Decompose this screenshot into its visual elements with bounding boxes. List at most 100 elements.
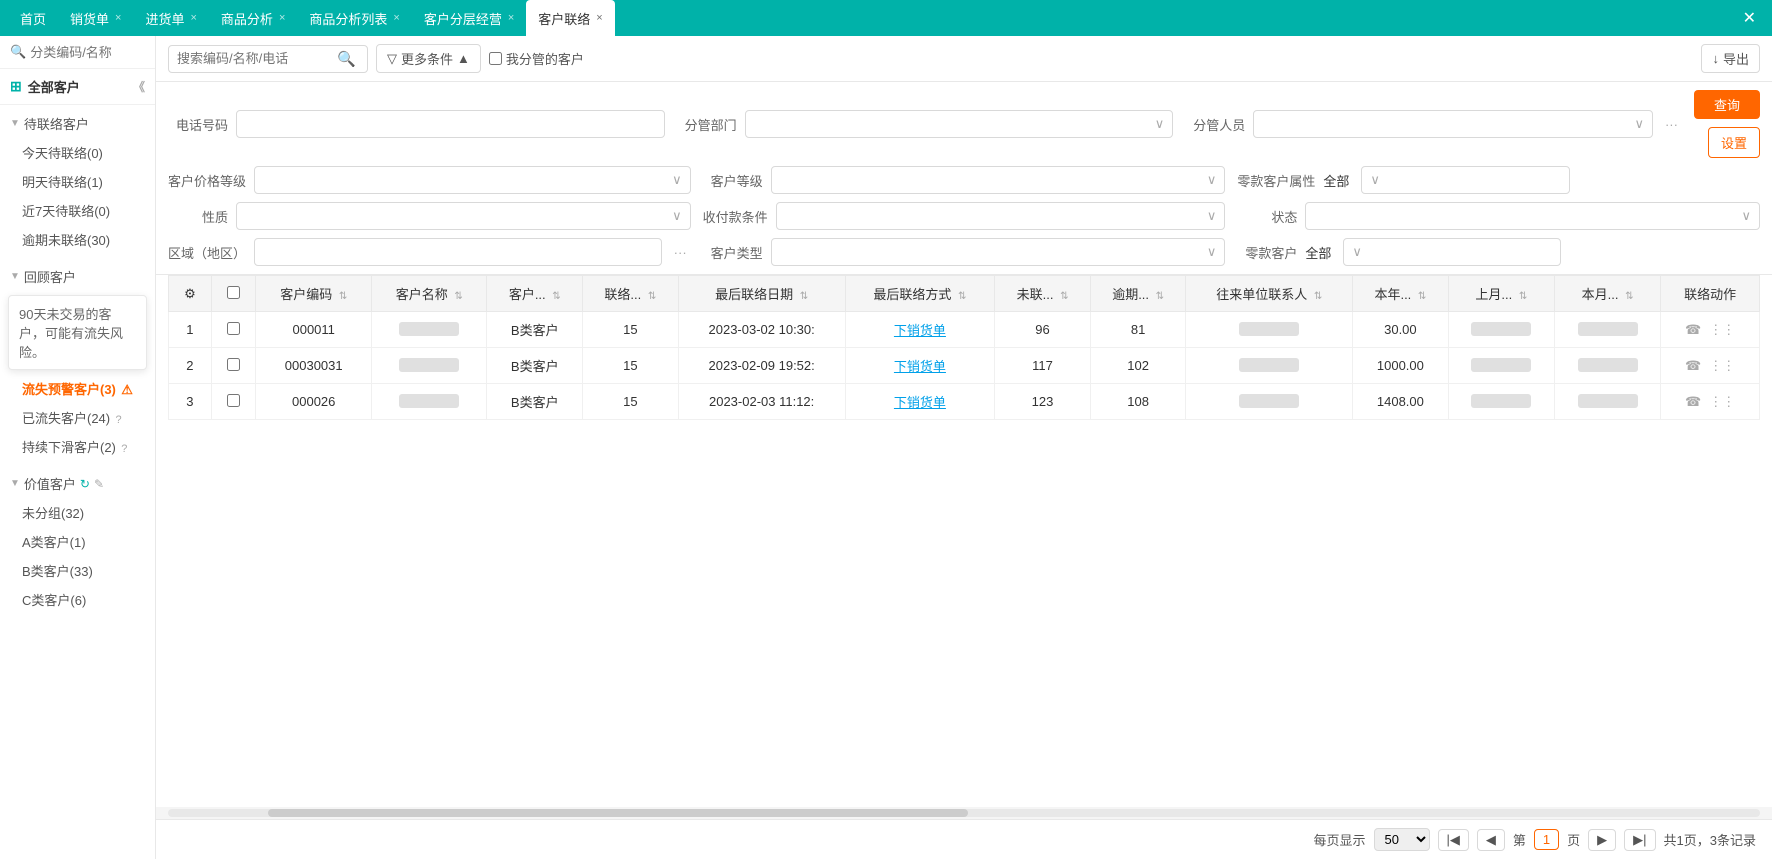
action-more-icon[interactable]: ⋮⋮	[1709, 322, 1735, 338]
sidebar-item-ungrouped[interactable]: 未分组(32)	[0, 498, 155, 527]
close-tab-customer-layer[interactable]: ×	[508, 12, 514, 24]
review-group-header[interactable]: ▼ 回顾客户	[0, 262, 155, 291]
cell-check[interactable]	[211, 384, 256, 420]
last-way-link[interactable]: 下销货单	[894, 395, 946, 410]
gender-select[interactable]: ∨	[236, 202, 691, 230]
col-contact[interactable]: 联络... ⇅	[583, 276, 679, 312]
col-not-contact[interactable]: 未联... ⇅	[995, 276, 1091, 312]
last-way-link[interactable]: 下销货单	[894, 359, 946, 374]
customer-level-select[interactable]: ∨	[771, 166, 1226, 194]
row-checkbox[interactable]	[227, 358, 240, 371]
row-checkbox[interactable]	[227, 394, 240, 407]
close-tab-customer-contact[interactable]: ×	[596, 12, 602, 24]
action-phone-icon[interactable]: ☎	[1685, 358, 1701, 374]
cell-last-way[interactable]: 下销货单	[845, 348, 995, 384]
cell-last-date: 2023-02-03 11:12:	[678, 384, 845, 420]
zero-attr-select[interactable]: ∨	[1361, 166, 1569, 194]
export-button[interactable]: ↓ 导出	[1701, 44, 1760, 73]
sidebar-item-overdue[interactable]: 逾期未联络(30)	[0, 225, 155, 254]
pending-contact-header[interactable]: ▼ 待联络客户	[0, 109, 155, 138]
cell-action: ☎ ⋮⋮	[1661, 348, 1760, 384]
tab-sales[interactable]: 销货单 ×	[58, 0, 133, 36]
per-page-select[interactable]: 50 100 200	[1374, 828, 1430, 851]
settings-icon[interactable]: ⚙	[184, 286, 196, 301]
cell-last-way[interactable]: 下销货单	[845, 312, 995, 348]
customer-type-select[interactable]: ∨	[771, 238, 1226, 266]
zero-customer-select[interactable]: ∨	[1343, 238, 1560, 266]
search-button[interactable]: 🔍	[337, 50, 356, 68]
col-last-way[interactable]: 最后联络方式 ⇅	[845, 276, 995, 312]
col-overdue[interactable]: 逾期... ⇅	[1090, 276, 1186, 312]
my-customers-checkbox-label[interactable]: 我分管的客户	[489, 49, 584, 68]
next-page-button[interactable]: ▶	[1588, 829, 1616, 851]
first-page-button[interactable]: |◀	[1438, 829, 1469, 851]
sidebar-item-today[interactable]: 今天待联络(0)	[0, 138, 155, 167]
edit-icon[interactable]: ✎	[94, 477, 104, 491]
settings-button[interactable]: 设置	[1708, 127, 1760, 158]
cell-this-year: 30.00	[1353, 312, 1449, 348]
more-conditions-button[interactable]: ▽ 更多条件 ▲	[376, 44, 481, 73]
search-input[interactable]	[177, 51, 337, 66]
col-last-date[interactable]: 最后联络日期 ⇅	[678, 276, 845, 312]
sidebar-item-7days[interactable]: 近7天待联络(0)	[0, 196, 155, 225]
close-tab-purchase[interactable]: ×	[190, 12, 196, 24]
cell-check[interactable]	[211, 348, 256, 384]
close-tab-product-list[interactable]: ×	[393, 12, 399, 24]
sidebar-item-tomorrow[interactable]: 明天待联络(1)	[0, 167, 155, 196]
row-checkbox[interactable]	[227, 322, 240, 335]
select-all-checkbox[interactable]	[227, 286, 240, 299]
query-button[interactable]: 查询	[1694, 90, 1760, 119]
tab-customer-layer[interactable]: 客户分层经营 ×	[412, 0, 526, 36]
payment-select[interactable]: ∨	[776, 202, 1226, 230]
col-check[interactable]	[211, 276, 256, 312]
col-this-year[interactable]: 本年... ⇅	[1353, 276, 1449, 312]
tab-product-analysis[interactable]: 商品分析 ×	[209, 0, 297, 36]
sidebar-item-declining[interactable]: 持续下滑客户(2) ?	[0, 432, 155, 461]
action-phone-icon[interactable]: ☎	[1685, 394, 1701, 410]
tab-customer-contact[interactable]: 客户联络 ×	[526, 0, 614, 36]
manager-more-icon[interactable]: ···	[1661, 117, 1682, 132]
phone-input[interactable]	[236, 110, 665, 138]
sidebar-item-class-a[interactable]: A类客户(1)	[0, 527, 155, 556]
manager-select[interactable]: ∨	[1253, 110, 1653, 138]
action-phone-icon[interactable]: ☎	[1685, 322, 1701, 338]
sidebar-item-class-c[interactable]: C类客户(6)	[0, 585, 155, 614]
close-all-tabs[interactable]: ✕	[1735, 8, 1764, 28]
last-way-link[interactable]: 下销货单	[894, 323, 946, 338]
manager-label: 分管人员	[1185, 115, 1245, 134]
sidebar-item-churn-warning[interactable]: 流失预警客户(3) ⚠	[0, 374, 155, 403]
price-level-select[interactable]: ∨	[254, 166, 691, 194]
refresh-icon[interactable]: ↻	[80, 477, 90, 491]
all-customers-header[interactable]: ⊞ 全部客户 《	[0, 69, 155, 105]
col-contact-person[interactable]: 往来单位联系人 ⇅	[1186, 276, 1353, 312]
tab-purchase[interactable]: 进货单 ×	[133, 0, 208, 36]
scrollbar-thumb[interactable]	[268, 809, 968, 817]
last-page-button[interactable]: ▶|	[1624, 829, 1655, 851]
sidebar-item-class-b[interactable]: B类客户(33)	[0, 556, 155, 585]
tab-home[interactable]: 首页	[8, 0, 58, 36]
col-code[interactable]: 客户编码 ⇅	[256, 276, 372, 312]
tab-product-list[interactable]: 商品分析列表 ×	[297, 0, 411, 36]
action-more-icon[interactable]: ⋮⋮	[1709, 358, 1735, 374]
sidebar-search-input[interactable]	[30, 45, 156, 60]
cell-last-way[interactable]: 下销货单	[845, 384, 995, 420]
my-customers-checkbox[interactable]	[489, 52, 502, 65]
region-select[interactable]	[254, 238, 662, 266]
col-name[interactable]: 客户名称 ⇅	[371, 276, 487, 312]
sidebar-item-churned[interactable]: 已流失客户(24) ?	[0, 403, 155, 432]
dept-select[interactable]: ∨	[745, 110, 1174, 138]
action-more-icon[interactable]: ⋮⋮	[1709, 394, 1735, 410]
col-last-month[interactable]: 上月... ⇅	[1448, 276, 1554, 312]
col-type[interactable]: 客户... ⇅	[487, 276, 583, 312]
value-group-header[interactable]: ▼ 价值客户 ↻ ✎	[0, 469, 155, 498]
prev-page-button[interactable]: ◀	[1477, 829, 1505, 851]
cell-check[interactable]	[211, 312, 256, 348]
close-tab-sales[interactable]: ×	[115, 12, 121, 24]
status-select[interactable]: ∨	[1305, 202, 1760, 230]
sort-icon-contact: ⇅	[648, 291, 656, 302]
region-more-icon[interactable]: ···	[670, 245, 691, 260]
col-this-month[interactable]: 本月... ⇅	[1554, 276, 1660, 312]
close-tab-product-analysis[interactable]: ×	[279, 12, 285, 24]
horizontal-scrollbar[interactable]	[156, 807, 1772, 819]
cell-last-month	[1448, 312, 1554, 348]
